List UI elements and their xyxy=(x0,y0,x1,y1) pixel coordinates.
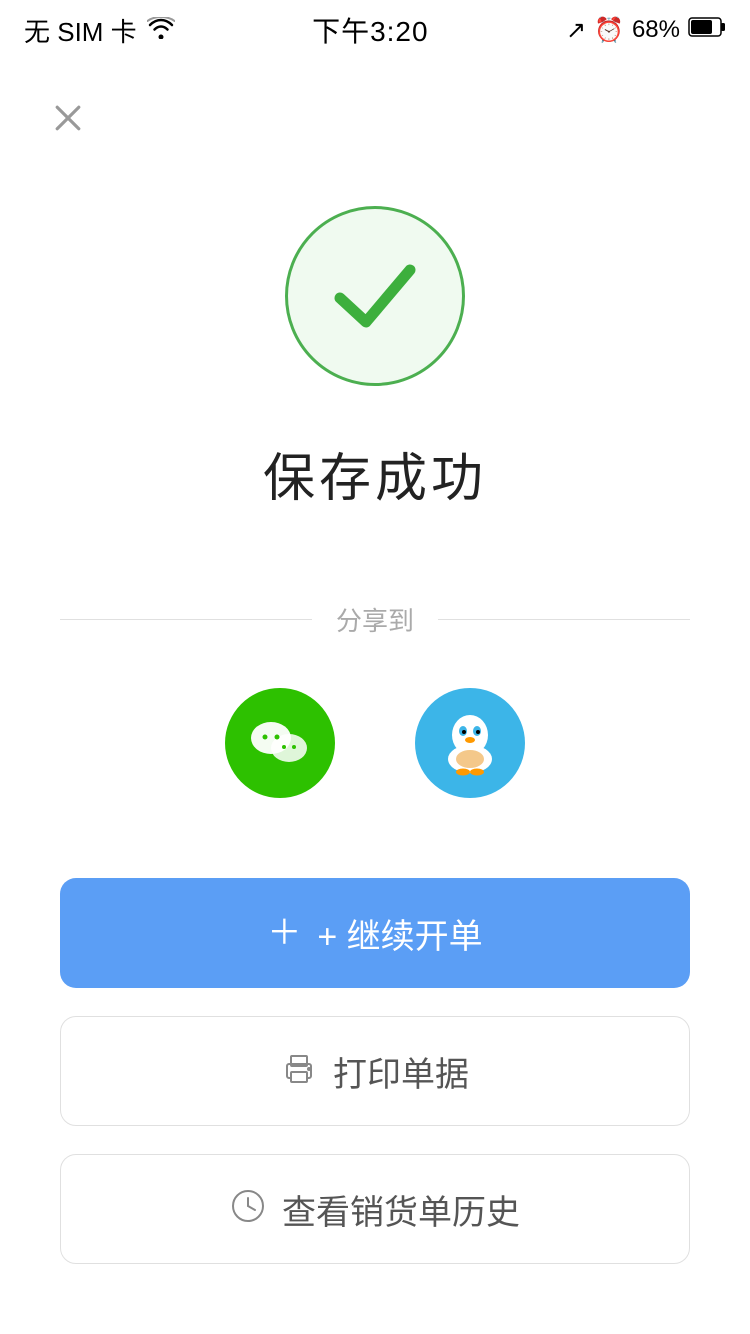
checkmark-icon xyxy=(330,256,420,336)
printer-svg xyxy=(281,1050,317,1086)
close-icon xyxy=(50,100,86,136)
close-button[interactable] xyxy=(40,90,96,146)
share-line-left xyxy=(60,619,312,620)
plus-icon: ＋ xyxy=(267,916,301,950)
history-label: 查看销货单历史 xyxy=(282,1185,520,1234)
close-btn-wrap xyxy=(0,60,750,146)
status-bar: 无 SIM 卡 下午3:20 ↗ ⏰ 68% xyxy=(0,0,750,60)
actions-section: ＋ + 继续开单 打印单据 查看销货单历史 xyxy=(0,838,750,1264)
no-sim-label: 无 SIM 卡 xyxy=(24,12,137,49)
status-time: 下午3:20 xyxy=(312,10,429,50)
continue-order-button[interactable]: ＋ + 继续开单 xyxy=(60,878,690,988)
print-label: 打印单据 xyxy=(333,1047,469,1096)
qq-icon xyxy=(439,709,501,777)
print-receipt-button[interactable]: 打印单据 xyxy=(60,1016,690,1126)
printer-icon xyxy=(281,1050,317,1092)
wechat-share-button[interactable] xyxy=(225,688,335,798)
clock-icon xyxy=(230,1188,266,1230)
status-left: 无 SIM 卡 xyxy=(24,12,175,49)
success-title: 保存成功 xyxy=(263,436,487,511)
status-right: ↗ ⏰ 68% xyxy=(566,16,726,45)
location-icon: ↗ xyxy=(566,16,586,45)
continue-order-label: + 继续开单 xyxy=(317,909,482,958)
share-icons-row xyxy=(225,688,525,798)
wechat-icon xyxy=(247,714,313,772)
share-label: 分享到 xyxy=(312,601,438,638)
success-section: 保存成功 xyxy=(0,146,750,551)
share-line-right xyxy=(438,619,690,620)
view-history-button[interactable]: 查看销货单历史 xyxy=(60,1154,690,1264)
clock-svg xyxy=(230,1188,266,1224)
qq-share-button[interactable] xyxy=(415,688,525,798)
battery-label: 68% xyxy=(632,16,680,44)
share-divider-row: 分享到 xyxy=(60,601,690,638)
success-icon-circle xyxy=(285,206,465,386)
alarm-icon: ⏰ xyxy=(594,16,624,45)
wifi-icon xyxy=(147,15,175,46)
battery-icon xyxy=(688,16,726,44)
share-section: 分享到 xyxy=(0,551,750,838)
